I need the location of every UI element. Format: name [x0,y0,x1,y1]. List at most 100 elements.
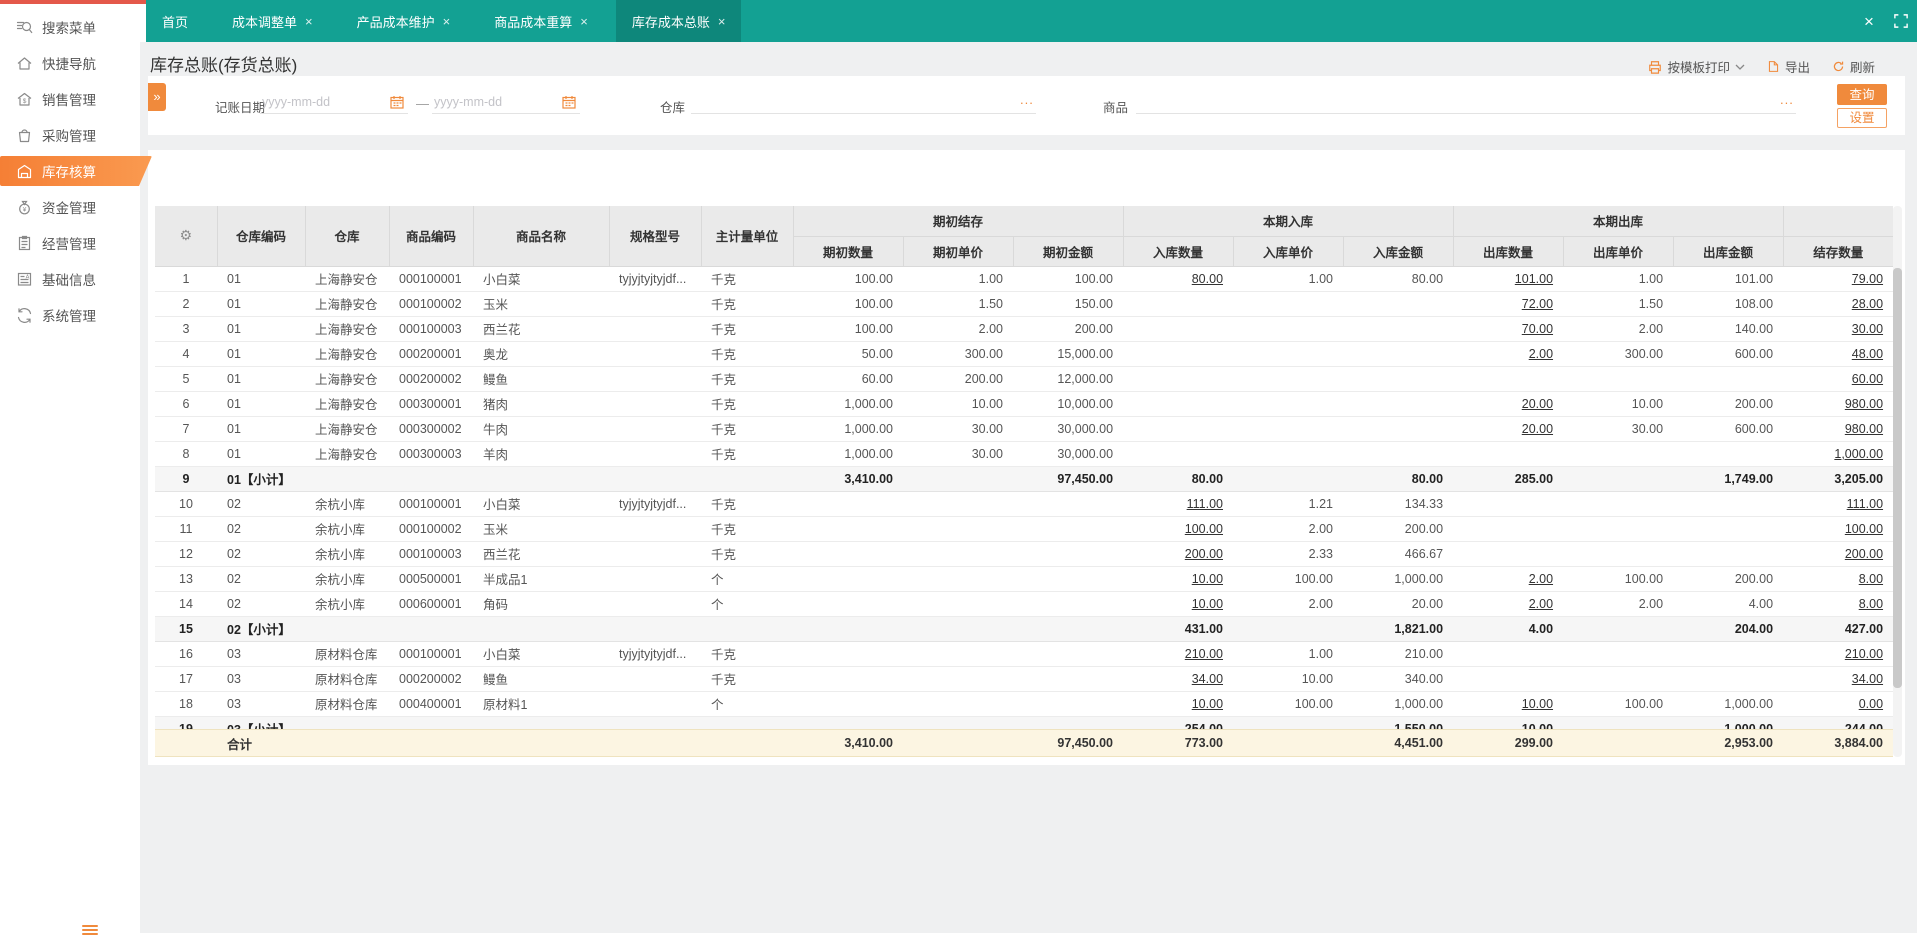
row-index: 16 [155,641,217,666]
sidebar-item-sales[interactable]: $销售管理 [0,84,128,114]
drilldown-link[interactable]: 70.00 [1453,316,1563,341]
drilldown-link[interactable]: 34.00 [1123,666,1233,691]
table-cell: 1,000.00 [793,441,903,466]
drilldown-link[interactable]: 10.00 [1123,691,1233,716]
table-cell: 01 [217,391,305,416]
drilldown-link[interactable]: 980.00 [1783,391,1893,416]
drilldown-link[interactable]: 210.00 [1123,641,1233,666]
drilldown-link[interactable]: 10.00 [1453,691,1563,716]
drilldown-link[interactable]: 60.00 [1783,366,1893,391]
row-index: 1 [155,266,217,291]
sidebar-item-operations[interactable]: 经营管理 [0,228,128,258]
row-index: 18 [155,691,217,716]
drilldown-link[interactable]: 980.00 [1783,416,1893,441]
table-cell [609,291,701,316]
sidebar-item-search[interactable]: 搜索菜单 [0,12,128,42]
drilldown-link[interactable]: 0.00 [1783,691,1893,716]
tab-首页[interactable]: 首页 [146,0,204,42]
sidebar-item-home[interactable]: 快捷导航 [0,48,128,78]
calendar-icon[interactable] [390,95,404,109]
drilldown-link[interactable]: 111.00 [1123,491,1233,516]
sidebar-item-funds[interactable]: ¥资金管理 [0,192,128,222]
drilldown-link[interactable]: 72.00 [1453,291,1563,316]
drilldown-link[interactable]: 10.00 [1123,566,1233,591]
table-cell: 原材料1 [473,691,609,716]
table-cell [903,491,1013,516]
drilldown-link[interactable]: 100.00 [1123,516,1233,541]
tab-close-icon[interactable]: × [305,14,313,29]
print-by-template-button[interactable]: 按模板打印 [1648,57,1745,76]
table-cell [1123,391,1233,416]
drilldown-link[interactable]: 79.00 [1783,266,1893,291]
table-cell: 02 [217,566,305,591]
calendar-icon[interactable] [562,95,576,109]
export-button[interactable]: 导出 [1767,57,1810,76]
tab-close-icon[interactable]: × [443,14,451,29]
drilldown-link[interactable]: 48.00 [1783,341,1893,366]
tab-label: 产品成本维护 [357,12,435,31]
refresh-button[interactable]: 刷新 [1832,57,1875,76]
column-settings: ⚙ [155,206,217,266]
table-cell: 20.00 [1343,591,1453,616]
sidebar-item-base-info[interactable]: A基础信息 [0,264,128,294]
drilldown-link[interactable]: 2.00 [1453,341,1563,366]
drilldown-link[interactable]: 80.00 [1123,266,1233,291]
sidebar-collapse-icon[interactable] [82,925,98,937]
tab-close-icon[interactable]: × [580,14,588,29]
tab-成本调整单[interactable]: 成本调整单× [216,0,329,42]
tab-close-icon[interactable]: × [718,14,726,29]
table-cell: 466.67 [1343,541,1453,566]
system-icon [16,307,33,324]
warehouse-input[interactable] [691,90,1036,114]
date-to-input[interactable] [432,90,580,114]
drilldown-link[interactable]: 8.00 [1783,566,1893,591]
table-cell: 02【小计】 [217,616,305,641]
drilldown-link[interactable]: 111.00 [1783,491,1893,516]
drilldown-link[interactable]: 20.00 [1453,391,1563,416]
query-button[interactable]: 查询 [1837,84,1887,105]
scrollbar-thumb[interactable] [1893,268,1902,688]
drilldown-link[interactable]: 210.00 [1783,641,1893,666]
sidebar-item-system[interactable]: 系统管理 [0,300,128,330]
drilldown-link[interactable]: 34.00 [1783,666,1893,691]
close-icon[interactable]: × [1861,13,1877,29]
drilldown-link[interactable]: 101.00 [1453,266,1563,291]
tab-库存成本总账[interactable]: 库存成本总账 × [616,0,742,42]
tab-label: 库存成本总账 [632,12,710,31]
table-cell [793,566,903,591]
tab-商品成本重算[interactable]: 商品成本重算× [478,0,604,42]
column-header: 仓库编码 [217,206,305,266]
product-input[interactable] [1136,90,1796,114]
table-cell [305,616,389,641]
drilldown-link[interactable]: 28.00 [1783,291,1893,316]
drilldown-link[interactable]: 8.00 [1783,591,1893,616]
table-cell: 原材料仓库 [305,666,389,691]
sidebar-item-purchase[interactable]: 采购管理 [0,120,128,150]
product-picker-ellipsis[interactable]: ... [1780,92,1794,107]
fullscreen-icon[interactable] [1893,13,1909,29]
summary-cell [609,730,701,757]
drilldown-link[interactable]: 200.00 [1123,541,1233,566]
summary-cell: 3,410.00 [793,730,903,757]
drilldown-link[interactable]: 2.00 [1453,566,1563,591]
settings-button[interactable]: 设置 [1837,108,1887,128]
drilldown-link[interactable]: 20.00 [1453,416,1563,441]
gear-icon[interactable]: ⚙ [179,227,192,243]
filter-expand-button[interactable]: » [148,83,166,111]
date-from-input[interactable] [260,90,408,114]
drilldown-link[interactable]: 200.00 [1783,541,1893,566]
tab-产品成本维护[interactable]: 产品成本维护 × [341,0,467,42]
table-cell: 千克 [701,291,793,316]
table-cell [793,491,903,516]
drilldown-link[interactable]: 100.00 [1783,516,1893,541]
drilldown-link[interactable]: 2.00 [1453,591,1563,616]
table-cell [1453,441,1563,466]
sidebar-item-inventory[interactable]: 库存核算 [0,156,152,186]
drilldown-link[interactable]: 1,000.00 [1783,441,1893,466]
column-header: 仓库 [305,206,389,266]
table-cell: 97,450.00 [1013,466,1123,491]
table-cell [1673,641,1783,666]
warehouse-picker-ellipsis[interactable]: ... [1020,92,1034,107]
drilldown-link[interactable]: 10.00 [1123,591,1233,616]
drilldown-link[interactable]: 30.00 [1783,316,1893,341]
